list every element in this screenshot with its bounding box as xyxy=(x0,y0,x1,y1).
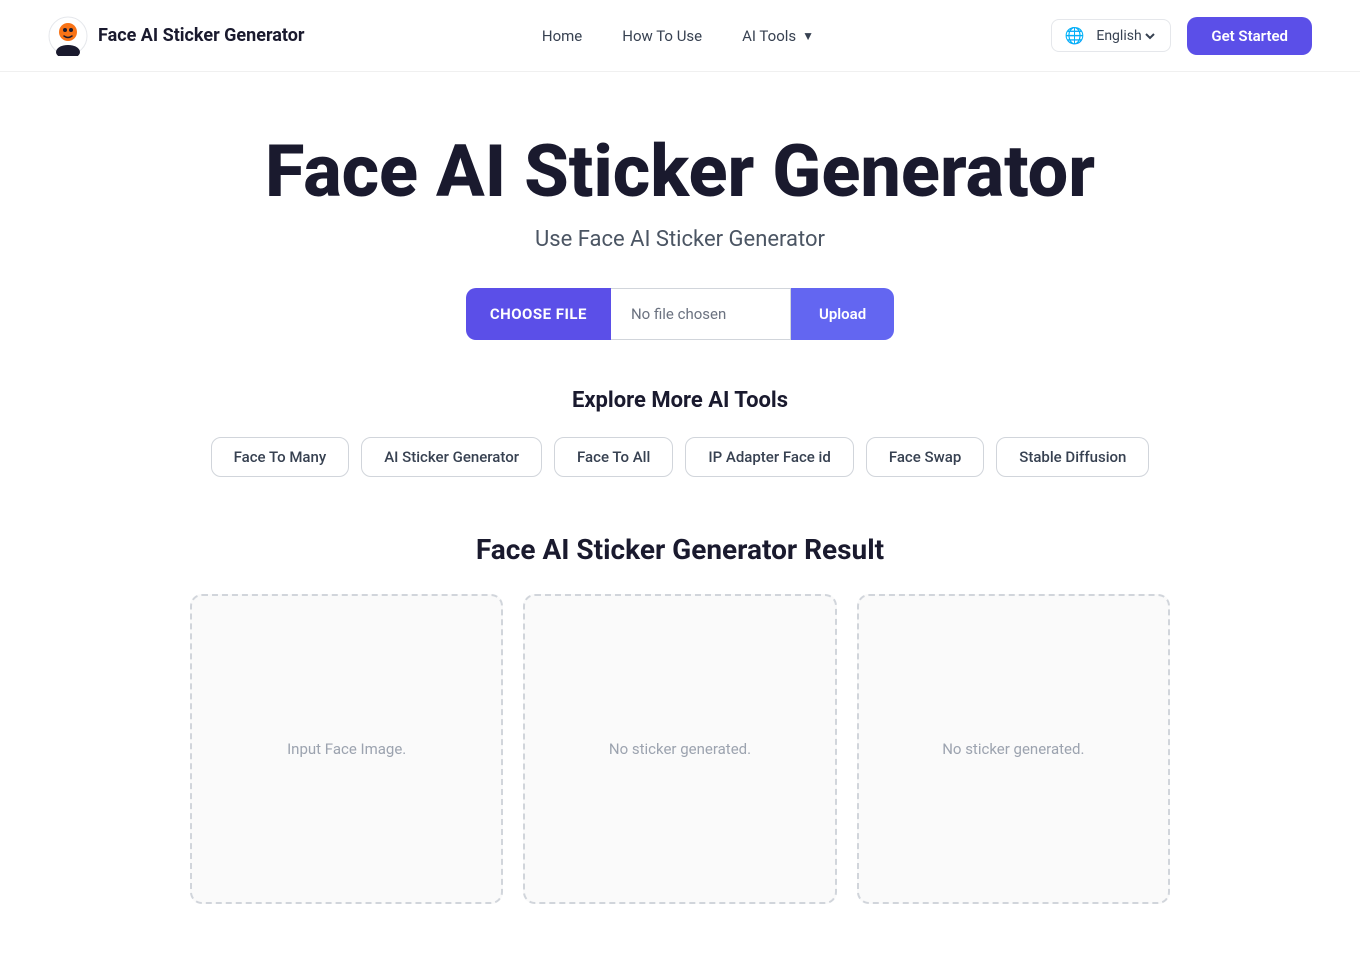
language-selector[interactable]: 🌐 English xyxy=(1051,19,1171,52)
logo-icon xyxy=(48,16,88,56)
choose-file-button[interactable]: CHOOSE FILE xyxy=(466,288,611,340)
get-started-button[interactable]: Get Started xyxy=(1187,17,1312,55)
explore-section-title: Explore More AI Tools xyxy=(572,388,788,413)
tool-chip-ip-adapter[interactable]: IP Adapter Face id xyxy=(685,437,854,477)
ai-tools-menu[interactable]: AI Tools ▼ xyxy=(742,27,814,45)
result-card-input-text: Input Face Image. xyxy=(287,740,406,758)
file-name-display: No file chosen xyxy=(611,288,791,340)
main-content: Face AI Sticker Generator Use Face AI St… xyxy=(0,72,1360,964)
result-card-input: Input Face Image. xyxy=(190,594,503,904)
result-section-title: Face AI Sticker Generator Result xyxy=(476,533,884,566)
page-title: Face AI Sticker Generator xyxy=(265,132,1095,211)
upload-button[interactable]: Upload xyxy=(791,288,894,340)
page-subtitle: Use Face AI Sticker Generator xyxy=(535,227,825,252)
nav-links: Home How To Use AI Tools ▼ xyxy=(542,27,814,45)
upload-row: CHOOSE FILE No file chosen Upload xyxy=(466,288,894,340)
tool-chip-stable-diffusion[interactable]: Stable Diffusion xyxy=(996,437,1149,477)
result-card-sticker-1: No sticker generated. xyxy=(523,594,836,904)
nav-right: 🌐 English Get Started xyxy=(1051,17,1312,55)
brand: Face AI Sticker Generator xyxy=(48,16,305,56)
chevron-down-icon: ▼ xyxy=(802,29,814,43)
globe-icon: 🌐 xyxy=(1064,26,1084,45)
navbar: Face AI Sticker Generator Home How To Us… xyxy=(0,0,1360,72)
tool-chip-face-to-many[interactable]: Face To Many xyxy=(211,437,350,477)
home-link[interactable]: Home xyxy=(542,27,582,45)
brand-name: Face AI Sticker Generator xyxy=(98,25,305,46)
how-to-use-link[interactable]: How To Use xyxy=(622,27,702,45)
result-card-sticker-2-text: No sticker generated. xyxy=(942,740,1084,758)
tool-chip-ai-sticker[interactable]: AI Sticker Generator xyxy=(361,437,542,477)
tool-chip-face-swap[interactable]: Face Swap xyxy=(866,437,984,477)
result-card-sticker-2: No sticker generated. xyxy=(857,594,1170,904)
tools-row: Face To Many AI Sticker Generator Face T… xyxy=(211,437,1150,477)
tool-chip-face-to-all[interactable]: Face To All xyxy=(554,437,673,477)
ai-tools-label: AI Tools xyxy=(742,27,796,45)
language-dropdown[interactable]: English xyxy=(1092,27,1158,45)
result-card-sticker-1-text: No sticker generated. xyxy=(609,740,751,758)
result-grid: Input Face Image. No sticker generated. … xyxy=(190,594,1170,904)
